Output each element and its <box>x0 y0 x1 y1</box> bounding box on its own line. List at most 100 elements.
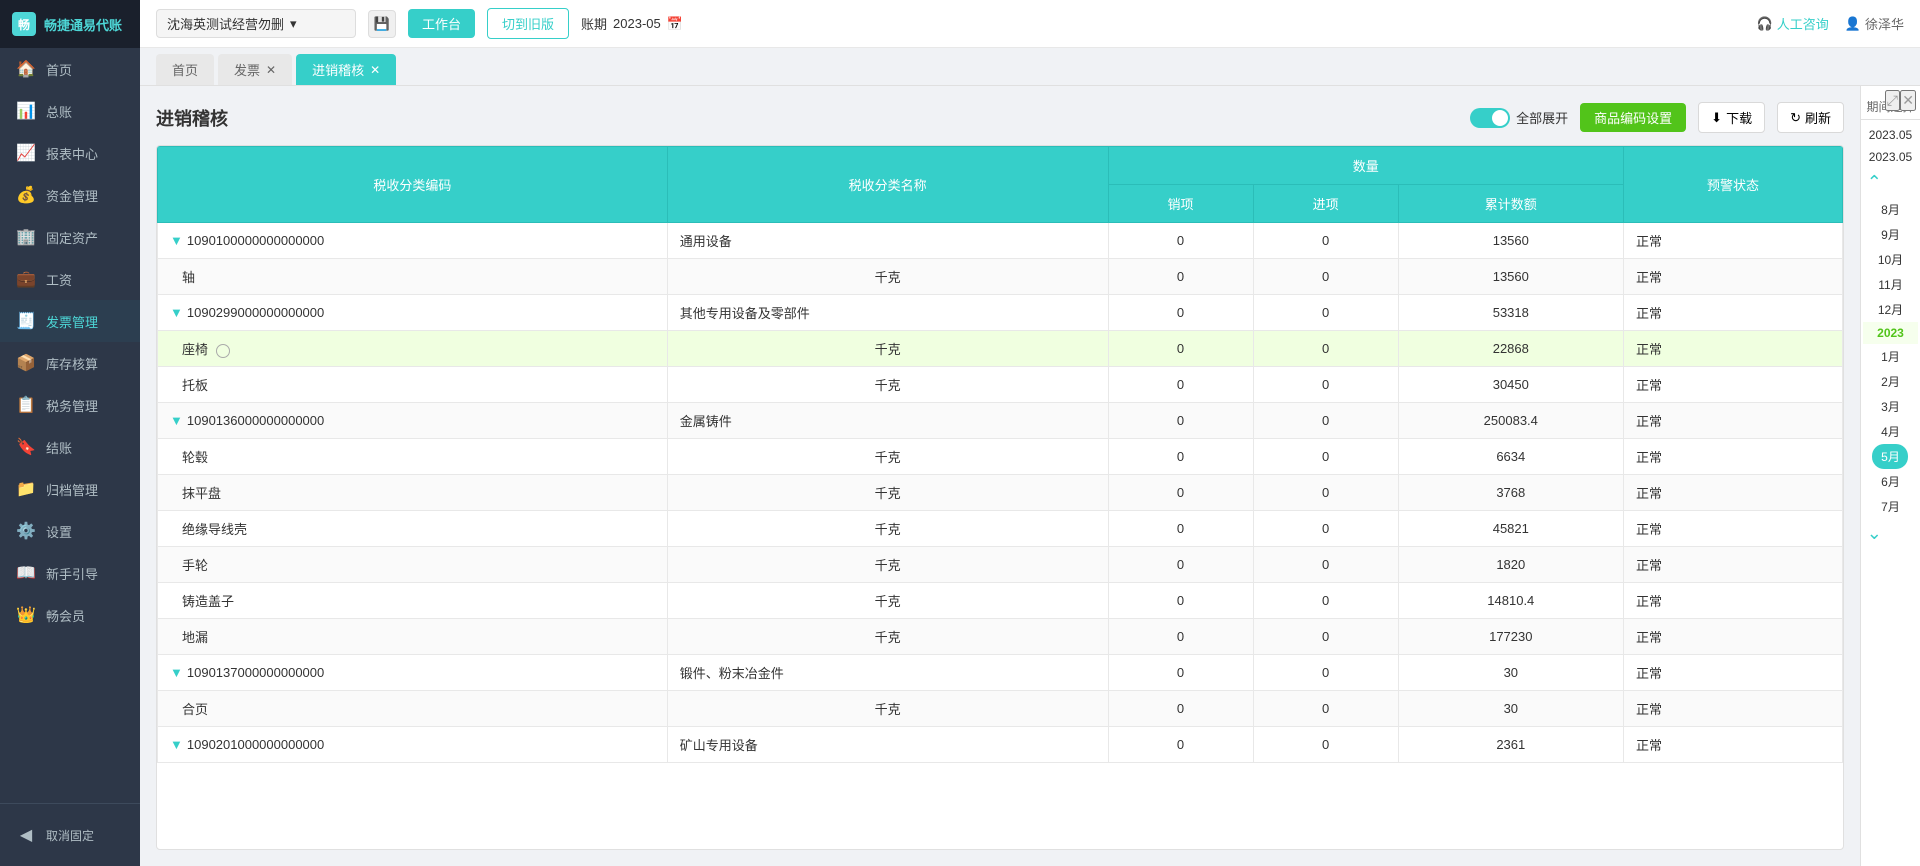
period-month-item-3[interactable]: 11月 <box>1863 272 1918 297</box>
sidebar-item-0[interactable]: 🏠首页 <box>0 48 140 90</box>
service-button[interactable]: 🎧 人工咨询 <box>1757 14 1829 33</box>
main-table-wrap: 税收分类编码 税收分类名称 数量 预警状态 销项 进项 累计数额 ▼109010… <box>156 145 1844 850</box>
row-sales: 0 <box>1108 223 1253 259</box>
table-row[interactable]: 绝缘导线壳 千克 0 0 45821 正常 <box>158 511 1843 547</box>
table-row[interactable]: ▼1090299000000000000 其他专用设备及零部件 0 0 5331… <box>158 295 1843 331</box>
sidebar-item-6[interactable]: 🧾发票管理 <box>0 300 140 342</box>
sidebar-item-9[interactable]: 🔖结账 <box>0 426 140 468</box>
row-warning: 正常 <box>1623 295 1842 331</box>
row-purchase: 0 <box>1253 367 1398 403</box>
expand-panel-button[interactable]: ⤢ <box>1885 90 1900 111</box>
period-month-item-10[interactable]: 5月 <box>1872 444 1908 469</box>
sidebar-item-5[interactable]: 💼工资 <box>0 258 140 300</box>
download-button[interactable]: ⬇ 下载 <box>1698 102 1765 133</box>
save-draft-button[interactable]: 💾 <box>368 10 396 38</box>
sidebar-label-5: 工资 <box>46 270 72 289</box>
refresh-icon: ↻ <box>1790 110 1801 126</box>
sidebar-item-10[interactable]: 📁归档管理 <box>0 468 140 510</box>
row-code: ▼1090136000000000000 <box>158 403 668 439</box>
table-row[interactable]: ▼1090201000000000000 矿山专用设备 0 0 2361 正常 <box>158 727 1843 763</box>
period-display: 账期 2023-05 📅 <box>581 14 683 33</box>
sidebar-item-13[interactable]: 👑畅会员 <box>0 594 140 636</box>
expand-toggle[interactable] <box>1470 108 1510 128</box>
table-row[interactable]: 合页 千克 0 0 30 正常 <box>158 691 1843 727</box>
period-month-item-1[interactable]: 9月 <box>1863 222 1918 247</box>
table-row[interactable]: 轴 千克 0 0 13560 正常 <box>158 259 1843 295</box>
period-month-item-11[interactable]: 6月 <box>1863 469 1918 494</box>
sidebar-item-7[interactable]: 📦库存核算 <box>0 342 140 384</box>
sidebar-item-12[interactable]: 📖新手引导 <box>0 552 140 594</box>
toggle-all: 全部展开 <box>1470 108 1568 128</box>
table-row[interactable]: ▼1090100000000000000 通用设备 0 0 13560 正常 <box>158 223 1843 259</box>
sidebar-label-12: 新手引导 <box>46 564 98 583</box>
sidebar-item-1[interactable]: 📊总账 <box>0 90 140 132</box>
user-menu[interactable]: 👤 徐泽华 <box>1845 14 1904 33</box>
table-row[interactable]: 手轮 千克 0 0 1820 正常 <box>158 547 1843 583</box>
sidebar-item-11[interactable]: ⚙️设置 <box>0 510 140 552</box>
sidebar-item-2[interactable]: 📈报表中心 <box>0 132 140 174</box>
period-month-item-6[interactable]: 1月 <box>1863 344 1918 369</box>
period-value: 2023-05 <box>613 16 661 31</box>
row-code: ▼1090299000000000000 <box>158 295 668 331</box>
expand-icon: ▼ <box>170 233 183 248</box>
period-date-item-1[interactable]: 2023.05 <box>1863 146 1918 168</box>
refresh-button[interactable]: ↻ 刷新 <box>1777 102 1844 133</box>
table-row[interactable]: ▼1090137000000000000 锻件、粉末冶金件 0 0 30 正常 <box>158 655 1843 691</box>
row-sales: 0 <box>1108 295 1253 331</box>
period-month-item-0[interactable]: 8月 <box>1863 197 1918 222</box>
tab-close-2[interactable]: ✕ <box>370 63 380 77</box>
row-cumulative: 13560 <box>1398 223 1623 259</box>
sidebar-item-4[interactable]: 🏢固定资产 <box>0 216 140 258</box>
period-month-item-5[interactable]: 2023 <box>1863 322 1918 344</box>
table-row[interactable]: 轮毂 千克 0 0 6634 正常 <box>158 439 1843 475</box>
row-warning: 正常 <box>1623 475 1842 511</box>
tab-2[interactable]: 进销稽核✕ <box>296 54 396 85</box>
tab-close-1[interactable]: ✕ <box>266 63 276 77</box>
row-name: 锻件、粉末冶金件 <box>667 655 1108 691</box>
table-row[interactable]: 地漏 千克 0 0 177230 正常 <box>158 619 1843 655</box>
sidebar-item-3[interactable]: 💰资金管理 <box>0 174 140 216</box>
tab-0[interactable]: 首页 <box>156 54 214 85</box>
pin-icon: ◀ <box>16 825 36 845</box>
switch-old-button[interactable]: 切到旧版 <box>487 8 569 39</box>
sidebar-label-6: 发票管理 <box>46 312 98 331</box>
row-sales: 0 <box>1108 583 1253 619</box>
table-row[interactable]: ▼1090136000000000000 金属铸件 0 0 250083.4 正… <box>158 403 1843 439</box>
table-row[interactable]: 铸造盖子 千克 0 0 14810.4 正常 <box>158 583 1843 619</box>
company-dropdown-icon: ▾ <box>290 16 297 32</box>
workspace-button[interactable]: 工作台 <box>408 9 475 38</box>
period-date-item-0[interactable]: 2023.05 <box>1863 124 1918 146</box>
period-month-item-12[interactable]: 7月 <box>1863 494 1918 519</box>
period-month-item-7[interactable]: 2月 <box>1863 369 1918 394</box>
row-code: ▼1090201000000000000 <box>158 727 668 763</box>
row-sales: 0 <box>1108 619 1253 655</box>
row-sales: 0 <box>1108 439 1253 475</box>
table-row[interactable]: 抹平盘 千克 0 0 3768 正常 <box>158 475 1843 511</box>
search-icon[interactable] <box>216 344 230 358</box>
tab-1[interactable]: 发票✕ <box>218 54 292 85</box>
product-code-setting-button[interactable]: 商品编码设置 <box>1580 103 1686 132</box>
period-month-item-2[interactable]: 10月 <box>1863 247 1918 272</box>
sidebar-icon-0: 🏠 <box>16 59 36 79</box>
calendar-icon[interactable]: 📅 <box>667 16 683 32</box>
company-selector[interactable]: 沈海英测试经营勿删 ▾ <box>156 9 356 38</box>
row-sales: 0 <box>1108 367 1253 403</box>
scroll-down-button[interactable]: ⌄ <box>1863 519 1918 548</box>
service-label: 人工咨询 <box>1777 14 1829 33</box>
period-month-item-8[interactable]: 3月 <box>1863 394 1918 419</box>
page-title: 进销稽核 <box>156 105 228 131</box>
scroll-up-button[interactable]: ⌃ <box>1863 168 1918 197</box>
main-area: 沈海英测试经营勿删 ▾ 💾 工作台 切到旧版 账期 2023-05 📅 🎧 人工… <box>140 0 1920 866</box>
close-panel-button[interactable]: ✕ <box>1900 90 1916 111</box>
sidebar-unpin[interactable]: ◀ 取消固定 <box>0 814 140 856</box>
row-cumulative: 6634 <box>1398 439 1623 475</box>
row-warning: 正常 <box>1623 223 1842 259</box>
row-warning: 正常 <box>1623 403 1842 439</box>
right-panel: ✕ ⤢ 期间选择 2023.052023.05⌃8月9月10月11月12月202… <box>1860 86 1920 866</box>
table-row[interactable]: 座椅 千克 0 0 22868 正常 <box>158 331 1843 367</box>
period-month-item-4[interactable]: 12月 <box>1863 297 1918 322</box>
sidebar-item-8[interactable]: 📋税务管理 <box>0 384 140 426</box>
period-month-item-9[interactable]: 4月 <box>1863 419 1918 444</box>
table-row[interactable]: 托板 千克 0 0 30450 正常 <box>158 367 1843 403</box>
row-unit: 千克 <box>667 547 1108 583</box>
